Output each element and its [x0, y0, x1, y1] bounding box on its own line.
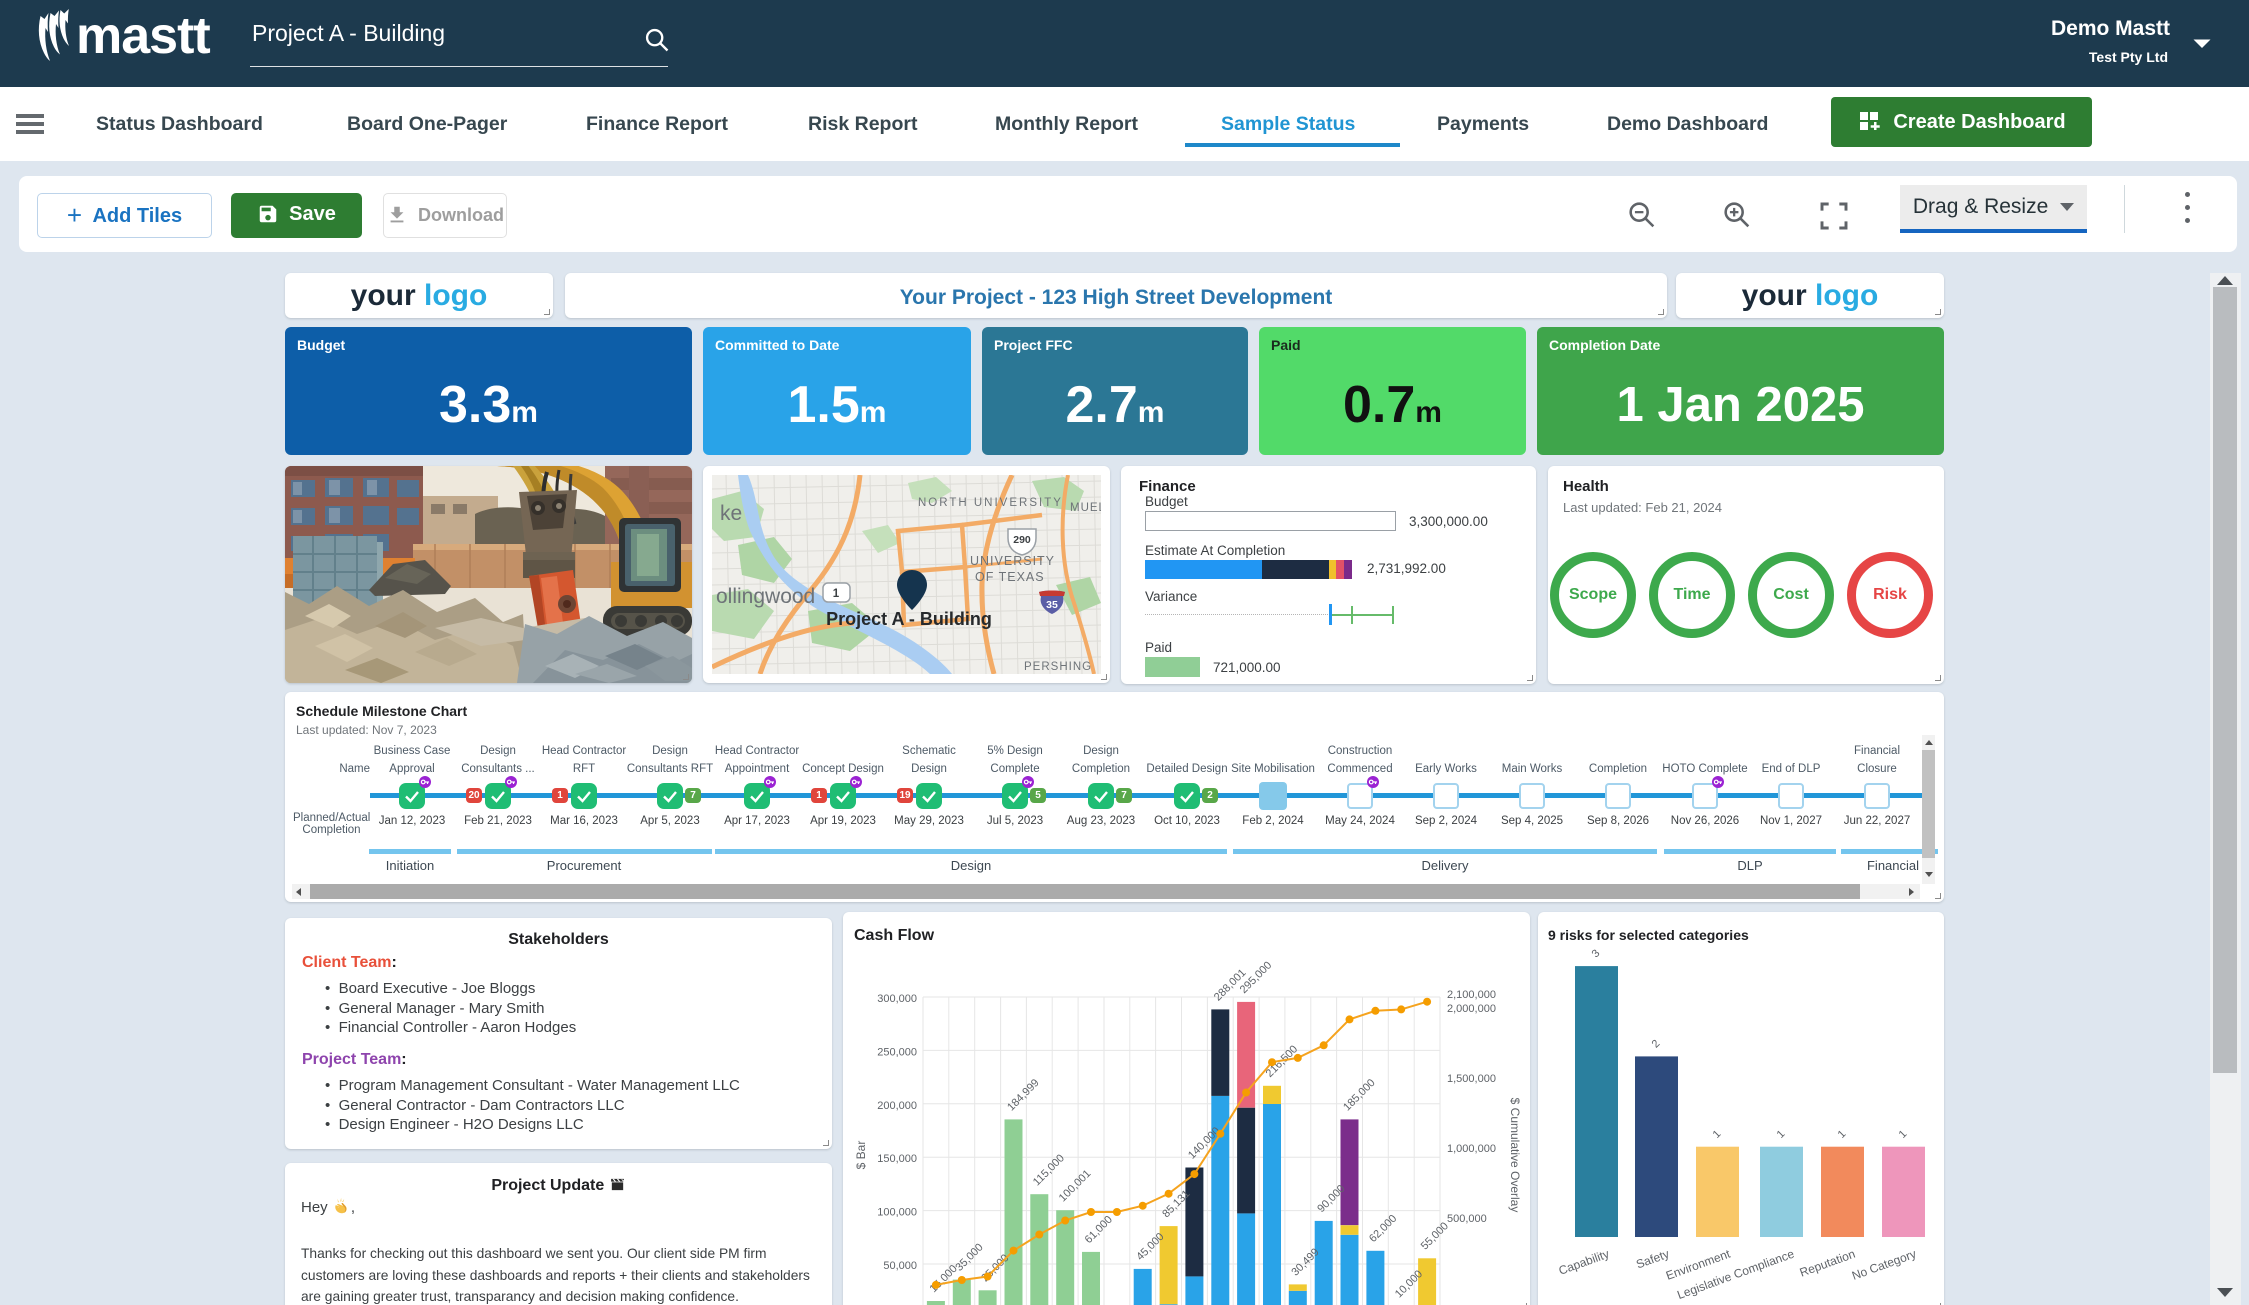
- svg-text:UNIVERSITY: UNIVERSITY: [970, 554, 1055, 568]
- svg-text:MUELLI: MUELLI: [1070, 502, 1101, 514]
- svg-text:Capability: Capability: [1557, 1247, 1611, 1278]
- svg-text:PERSHING: PERSHING: [1024, 661, 1092, 673]
- svg-text:ke: ke: [720, 502, 742, 525]
- svg-text:500,000: 500,000: [1447, 1213, 1487, 1225]
- svg-text:35,000: 35,000: [953, 1241, 985, 1273]
- svg-text:2: 2: [1650, 1038, 1663, 1051]
- svg-text:$ Bar: $ Bar: [854, 1141, 868, 1170]
- svg-text:1: 1: [833, 588, 840, 600]
- svg-text:35: 35: [1046, 599, 1058, 611]
- svg-text:1,500,000: 1,500,000: [1447, 1073, 1496, 1085]
- svg-text:50,000: 50,000: [883, 1260, 917, 1272]
- svg-text:Safety: Safety: [1634, 1247, 1671, 1272]
- svg-text:$ Cumulative Overlay: $ Cumulative Overlay: [1508, 1098, 1522, 1213]
- svg-text:61,000: 61,000: [1083, 1214, 1115, 1246]
- svg-text:100,000: 100,000: [877, 1207, 917, 1219]
- svg-text:Reputation: Reputation: [1798, 1247, 1857, 1280]
- svg-text:185,000: 185,000: [1341, 1077, 1378, 1114]
- svg-text:290: 290: [1013, 534, 1031, 546]
- svg-text:1: 1: [1711, 1128, 1724, 1141]
- svg-text:2,100,000: 2,100,000: [1447, 989, 1496, 1001]
- svg-text:1: 1: [1775, 1128, 1788, 1141]
- svg-text:100,001: 100,001: [1057, 1168, 1094, 1205]
- svg-text:1: 1: [1897, 1128, 1910, 1141]
- svg-text:62,000: 62,000: [1367, 1213, 1399, 1245]
- svg-text:Legislative Compliance: Legislative Compliance: [1675, 1247, 1796, 1302]
- svg-text:150,000: 150,000: [877, 1153, 917, 1165]
- svg-text:200,000: 200,000: [877, 1100, 917, 1112]
- svg-text:1,000,000: 1,000,000: [1447, 1143, 1496, 1155]
- svg-text:300,000: 300,000: [877, 993, 917, 1005]
- svg-text:55,000: 55,000: [1419, 1220, 1451, 1252]
- svg-text:250,000: 250,000: [877, 1046, 917, 1058]
- svg-text:No Category: No Category: [1850, 1247, 1918, 1283]
- svg-text:OF TEXAS: OF TEXAS: [975, 570, 1045, 584]
- svg-text:2,000,000: 2,000,000: [1447, 1003, 1496, 1015]
- svg-text:184,999: 184,999: [1005, 1077, 1042, 1114]
- svg-text:1: 1: [1836, 1128, 1849, 1141]
- svg-text:3: 3: [1590, 947, 1603, 960]
- svg-text:ollingwood: ollingwood: [716, 585, 815, 608]
- svg-text:Project A - Building: Project A - Building: [826, 609, 992, 629]
- svg-text:NORTH UNIVERSITY: NORTH UNIVERSITY: [918, 497, 1063, 509]
